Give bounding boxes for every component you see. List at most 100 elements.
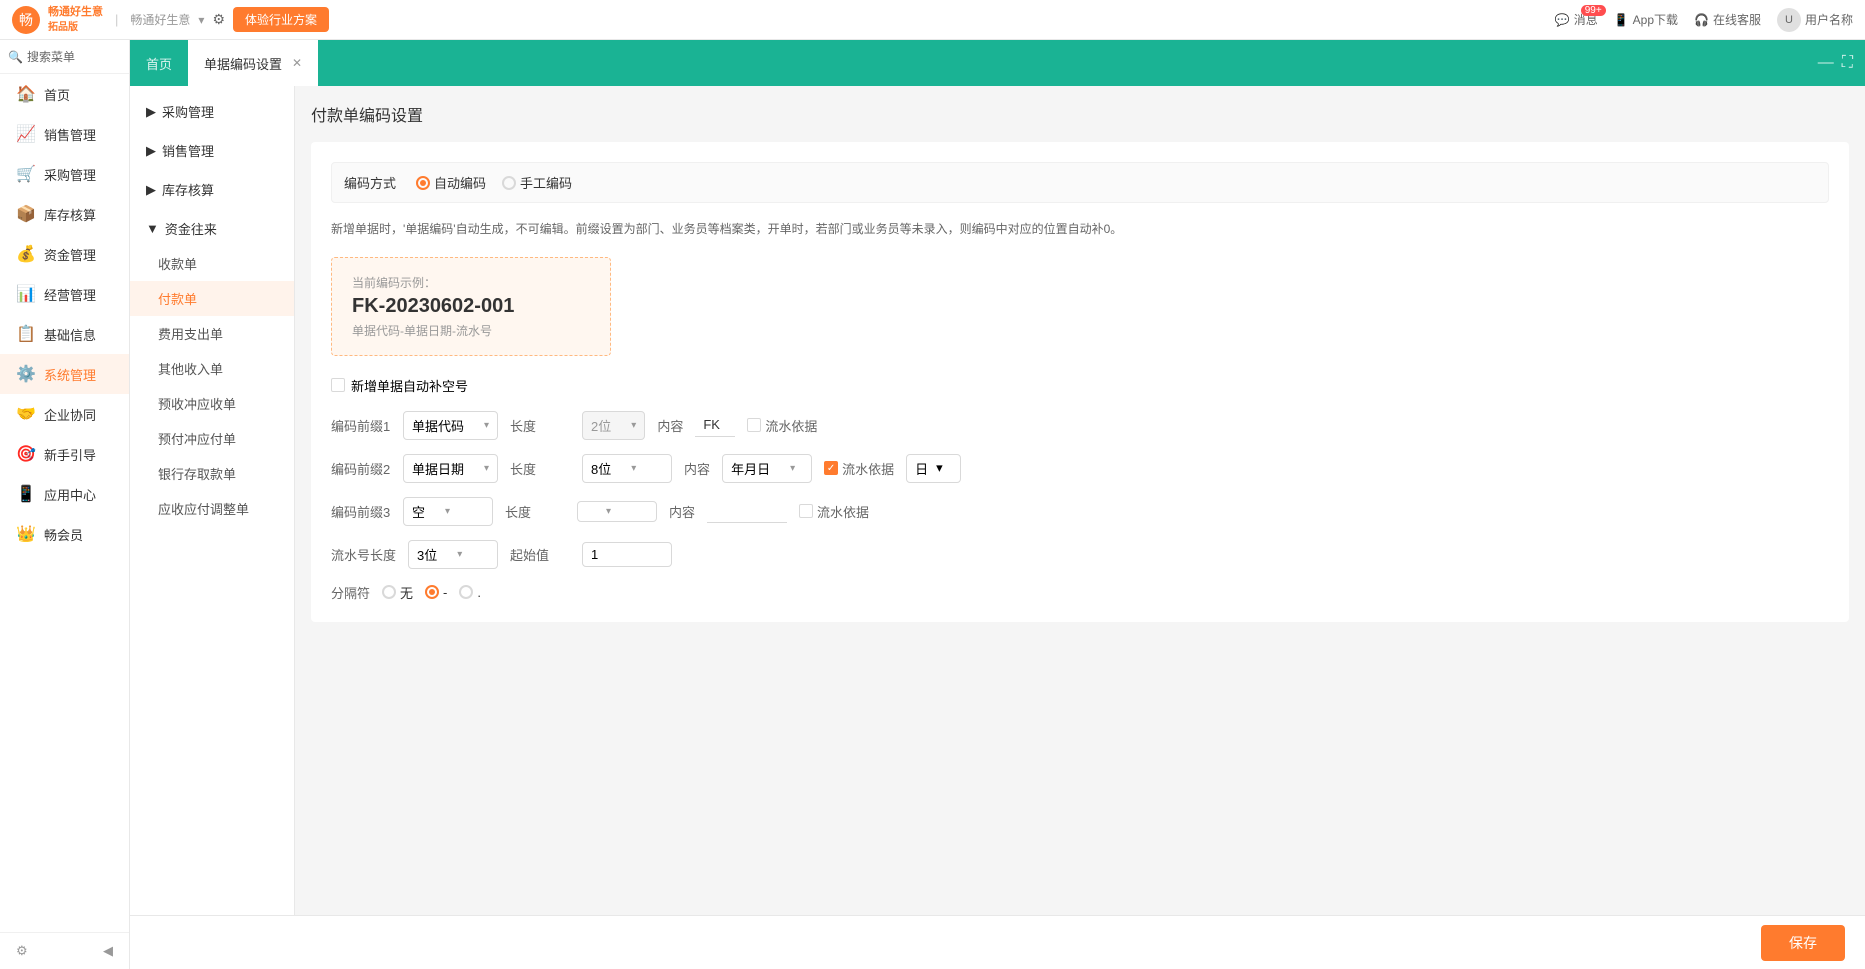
- prefix1-content-label: 内容: [657, 416, 683, 435]
- sep-dash-radio-dot: [425, 585, 439, 599]
- solution-button[interactable]: 体验行业方案: [233, 7, 329, 32]
- top-bar: 畅 畅通好生意拓品版 | 畅通好生意 ▾ ⚙ 体验行业方案 💬 消息 99+ 📱…: [0, 0, 1865, 40]
- sub-group-sales-title[interactable]: ▶ 销售管理: [130, 133, 294, 168]
- sub-item-bank-deposit[interactable]: 银行存取款单: [130, 456, 294, 491]
- prefix1-flow-checkbox[interactable]: [747, 418, 761, 432]
- system-icon: ⚙️: [16, 364, 36, 384]
- search-icon: 🔍: [8, 50, 23, 64]
- sub-item-expense[interactable]: 费用支出单: [130, 316, 294, 351]
- form-card: 编码方式 自动编码 手工编码: [311, 142, 1849, 622]
- sub-item-prepay-pay[interactable]: 预付冲应付单: [130, 421, 294, 456]
- sidebar-item-inventory[interactable]: 📦 库存核算: [0, 194, 129, 234]
- message-icon: 💬: [1555, 13, 1570, 27]
- sub-item-other-income[interactable]: 其他收入单: [130, 351, 294, 386]
- dropdown-arrow-icon[interactable]: ▾: [198, 13, 204, 27]
- sidebar-item-purchase[interactable]: 🛒 采购管理: [0, 154, 129, 194]
- start-value-input[interactable]: [582, 542, 672, 567]
- sub-item-payment[interactable]: 付款单: [130, 281, 294, 316]
- sub-item-prepay-receive[interactable]: 预收冲应收单: [130, 386, 294, 421]
- code-preview-label: 当前编码示例：: [352, 274, 590, 291]
- prefix1-length-arrow-icon: ▾: [631, 420, 636, 431]
- prefix2-flow-check: ✓ 流水依据: [824, 459, 894, 478]
- prefix3-label: 编码前缀3: [331, 502, 391, 521]
- sidebar-item-basic[interactable]: 📋 基础信息: [0, 314, 129, 354]
- prefix2-content-select[interactable]: 年月日 ▾: [722, 454, 812, 483]
- prefix2-select[interactable]: 单据日期 ▾: [403, 454, 498, 483]
- collapse-sidebar-icon[interactable]: ◀: [103, 943, 113, 959]
- sub-group-sales: ▶ 销售管理: [130, 133, 294, 168]
- prefix3-length-select[interactable]: ▾: [577, 501, 657, 522]
- settings-gear-icon[interactable]: ⚙: [16, 943, 28, 959]
- separator-label: 分隔符: [331, 583, 370, 602]
- inventory-expand-icon: ▶: [146, 182, 156, 198]
- sidebar-item-member[interactable]: 👑 畅会员: [0, 514, 129, 554]
- code-preview: 当前编码示例： FK-20230602-001 单据代码-单据日期-流水号: [331, 257, 611, 356]
- prefix1-arrow-icon: ▾: [484, 420, 489, 431]
- main-layout: 🔍 搜索菜单 🏠 首页 📈 销售管理 🛒 采购管理 📦 库存核算 💰: [0, 40, 1865, 969]
- sub-group-capital-title[interactable]: ▼ 资金往来: [130, 211, 294, 246]
- sidebar-item-system[interactable]: ⚙️ 系统管理: [0, 354, 129, 394]
- sub-item-receipt[interactable]: 收款单: [130, 246, 294, 281]
- sales-expand-icon: ▶: [146, 143, 156, 159]
- serial-length-arrow-icon: ▾: [457, 549, 462, 560]
- code-preview-value: FK-20230602-001: [352, 295, 590, 318]
- sub-item-payable-adjust[interactable]: 应收应付调整单: [130, 491, 294, 526]
- auto-fill-label: 新增单据自动补空号: [351, 376, 468, 395]
- serial-length-select[interactable]: 3位 ▾: [408, 540, 498, 569]
- basic-icon: 📋: [16, 324, 36, 344]
- prefix2-length-arrow-icon: ▾: [631, 463, 636, 474]
- tab-encoding[interactable]: 单据编码设置 ✕: [188, 40, 318, 86]
- sidebar-item-finance[interactable]: 💰 资金管理: [0, 234, 129, 274]
- manual-encode-radio-dot: [502, 176, 516, 190]
- prefix3-select[interactable]: 空 ▾: [403, 497, 493, 526]
- prefix2-day-select[interactable]: 日 ▾: [906, 454, 961, 483]
- sidebar-item-home[interactable]: 🏠 首页: [0, 74, 129, 114]
- sub-group-capital: ▼ 资金往来 收款单 付款单 费用支出单 其他收入单 预收冲应收单 预付冲应付单…: [130, 211, 294, 526]
- prefix3-flow-checkbox[interactable]: [799, 504, 813, 518]
- auto-encode-radio[interactable]: 自动编码: [416, 173, 486, 192]
- day-arrow-icon: ▾: [936, 460, 943, 476]
- sub-sidebar: ▶ 采购管理 ▶ 销售管理 ▶ 库存核算: [130, 86, 295, 915]
- online-service-link[interactable]: 🎧 在线客服: [1694, 11, 1761, 28]
- avatar: U: [1777, 8, 1801, 32]
- tab-home[interactable]: 首页: [130, 40, 188, 86]
- search-menu-button[interactable]: 🔍 搜索菜单: [0, 40, 129, 74]
- prefix2-row: 编码前缀2 单据日期 ▾ 长度 8位 ▾ 内容 年月日: [331, 454, 1829, 483]
- sep-none-radio[interactable]: 无: [382, 583, 413, 602]
- prefix2-flow-checkbox[interactable]: ✓: [824, 461, 838, 475]
- sidebar-item-operation[interactable]: 📊 经营管理: [0, 274, 129, 314]
- prefix2-content-label: 内容: [684, 459, 710, 478]
- sub-group-inventory: ▶ 库存核算: [130, 172, 294, 207]
- sidebar-item-coop[interactable]: 🤝 企业协同: [0, 394, 129, 434]
- sidebar-item-guide[interactable]: 🎯 新手引导: [0, 434, 129, 474]
- settings-icon[interactable]: ⚙: [212, 11, 225, 28]
- manual-encode-radio[interactable]: 手工编码: [502, 173, 572, 192]
- sub-group-purchase: ▶ 采购管理: [130, 94, 294, 129]
- prefix1-flow-check: 流水依据: [747, 416, 817, 435]
- save-button[interactable]: 保存: [1761, 925, 1845, 961]
- serial-length-label: 流水号长度: [331, 545, 396, 564]
- page-title: 付款单编码设置: [311, 102, 1849, 126]
- sidebar-item-sales[interactable]: 📈 销售管理: [0, 114, 129, 154]
- prefix1-select[interactable]: 单据代码 ▾: [403, 411, 498, 440]
- tab-close-icon[interactable]: ✕: [292, 56, 302, 70]
- user-info[interactable]: U 用户名称: [1777, 8, 1853, 32]
- coop-icon: 🤝: [16, 404, 36, 424]
- message-wrapper[interactable]: 💬 消息 99+: [1555, 11, 1598, 28]
- app-logo-icon: 畅: [12, 6, 40, 34]
- auto-fill-checkbox[interactable]: [331, 378, 345, 392]
- sep-dot-radio[interactable]: .: [459, 585, 481, 600]
- message-badge: 99+: [1581, 5, 1606, 16]
- sub-group-inventory-title[interactable]: ▶ 库存核算: [130, 172, 294, 207]
- tabs-bar: 首页 单据编码设置 ✕ — ⛶: [130, 40, 1865, 86]
- encode-radio-group: 自动编码 手工编码: [416, 173, 572, 192]
- prefix2-length-select[interactable]: 8位 ▾: [582, 454, 672, 483]
- sidebar-item-apps[interactable]: 📱 应用中心: [0, 474, 129, 514]
- minimize-window-button[interactable]: —: [1818, 54, 1834, 72]
- prefix3-content-value: [707, 499, 787, 523]
- app-download-link[interactable]: 📱 App下载: [1614, 11, 1678, 28]
- sep-dash-radio[interactable]: -: [425, 585, 447, 600]
- operation-icon: 📊: [16, 284, 36, 304]
- maximize-window-button[interactable]: ⛶: [1842, 54, 1853, 72]
- sub-group-purchase-title[interactable]: ▶ 采购管理: [130, 94, 294, 129]
